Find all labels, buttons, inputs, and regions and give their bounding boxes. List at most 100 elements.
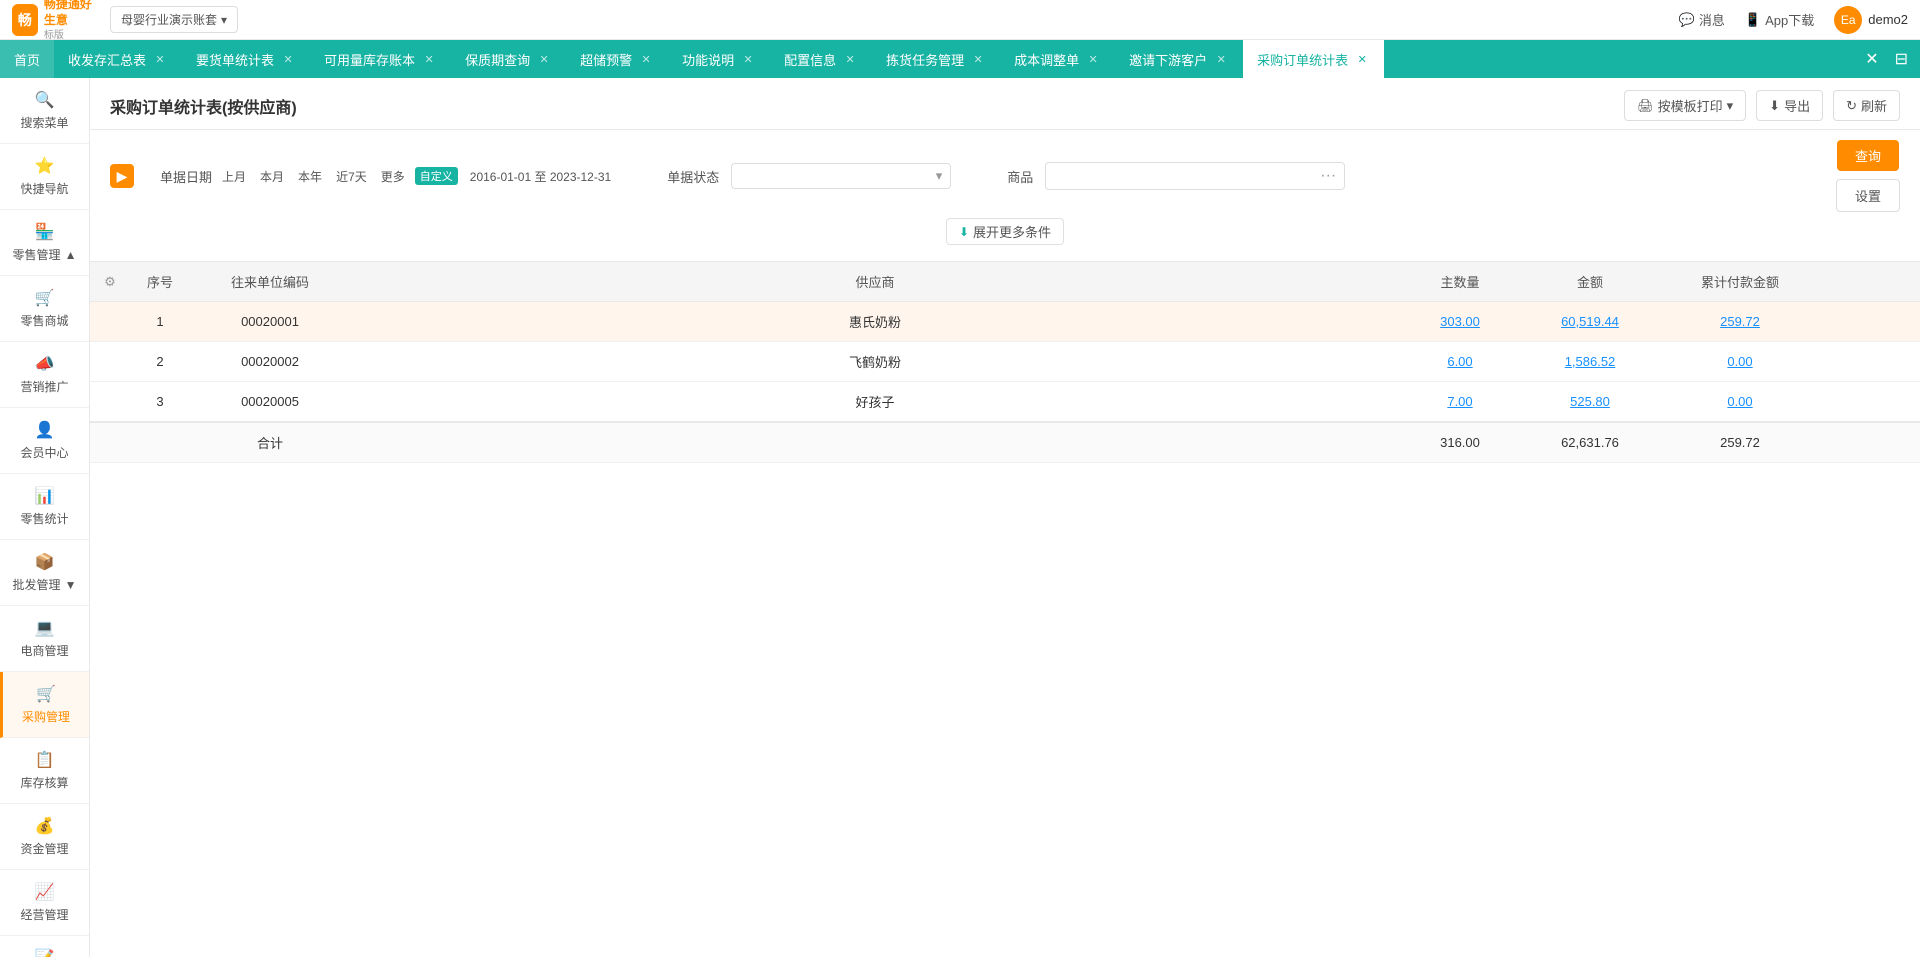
table-footer-row: 合计 316.00 62,631.76 259.72 — [90, 422, 1920, 463]
row3-amount[interactable]: 525.80 — [1520, 382, 1660, 423]
row2-qty[interactable]: 6.00 — [1400, 342, 1520, 382]
sidebar-item-capital[interactable]: 💰 资金管理 — [0, 804, 89, 870]
status-select-arrow: ▾ — [936, 168, 943, 184]
tab-inventory[interactable]: 可用量库存账本 ✕ — [310, 40, 451, 78]
inventory-icon: 📋 — [35, 750, 55, 770]
close-tab-cost[interactable]: ✕ — [1085, 51, 1101, 67]
close-tab-expiry[interactable]: ✕ — [536, 51, 552, 67]
refresh-button[interactable]: ↻ 刷新 — [1833, 90, 1900, 121]
row2-paid[interactable]: 0.00 — [1660, 342, 1820, 382]
sidebar-item-purchase[interactable]: 🛒 采购管理 — [0, 672, 89, 738]
chevron-down-icon: ▲ — [65, 248, 77, 262]
marketing-icon: 📣 — [35, 354, 55, 374]
filter-row-1: ▶ 单据日期 上月 本月 本年 近7天 更多 自定义 2016-01-01 至 … — [110, 140, 1900, 212]
print-button[interactable]: 🖨 按模板打印 ▾ — [1624, 90, 1746, 121]
sidebar-item-ecommerce[interactable]: 💻 电商管理 — [0, 606, 89, 672]
row3-qty[interactable]: 7.00 — [1400, 382, 1520, 423]
nav-tabs: 首页 收发存汇总表 ✕ 要货单统计表 ✕ 可用量库存账本 ✕ 保质期查询 ✕ 超… — [0, 40, 1920, 78]
basic-icon: 📝 — [35, 948, 55, 957]
user-area[interactable]: Ea demo2 — [1834, 6, 1908, 34]
row3-paid[interactable]: 0.00 — [1660, 382, 1820, 423]
sidebar-item-retail[interactable]: 🏪 零售管理 ▲ — [0, 210, 89, 276]
sidebar-item-wholesale[interactable]: 📦 批发管理 ▼ — [0, 540, 89, 606]
sidebar-item-retail-stat[interactable]: 📊 零售统计 — [0, 474, 89, 540]
tab-overstock[interactable]: 超储预警 ✕ — [566, 40, 668, 78]
setting-button[interactable]: 设置 — [1836, 179, 1900, 212]
header-actions: 🖨 按模板打印 ▾ ⬇ 导出 ↻ 刷新 — [1624, 90, 1900, 121]
app-download-btn[interactable]: 📱 App下载 — [1745, 10, 1814, 29]
sidebar-item-operation[interactable]: 📈 经营管理 — [0, 870, 89, 936]
sidebar-item-retail-shop[interactable]: 🛒 零售商城 — [0, 276, 89, 342]
footer-amount: 62,631.76 — [1520, 422, 1660, 463]
toggle-filter-btn[interactable]: ▶ — [110, 164, 134, 188]
row1-paid[interactable]: 259.72 — [1660, 302, 1820, 342]
stat-icon: 📊 — [35, 486, 55, 506]
row3-supplier: 好孩子 — [350, 382, 1400, 423]
store-icon: 🏪 — [35, 222, 55, 242]
logo-icon: 畅 — [12, 4, 38, 36]
sidebar-item-inventory-check[interactable]: 📋 库存核算 — [0, 738, 89, 804]
sidebar-item-marketing[interactable]: 📣 营销推广 — [0, 342, 89, 408]
close-all-tabs-btn[interactable]: ✕ — [1861, 47, 1882, 71]
tab-expiry[interactable]: 保质期查询 ✕ — [451, 40, 566, 78]
goods-more-btn[interactable]: ··· — [1320, 167, 1336, 185]
shortcut-this-month[interactable]: 本月 — [256, 166, 288, 187]
status-select[interactable]: ▾ — [731, 163, 951, 189]
col-extra — [1820, 262, 1920, 302]
date-filter: 单据日期 上月 本月 本年 近7天 更多 自定义 2016-01-01 至 20… — [160, 166, 611, 187]
logo-area: 畅 畅捷通好生意 标版 — [12, 0, 102, 42]
close-tab-purchase-stat[interactable]: ✕ — [1354, 51, 1370, 67]
page-header: 采购订单统计表(按供应商) 🖨 按模板打印 ▾ ⬇ 导出 ↻ 刷新 — [90, 78, 1920, 130]
goods-input-wrapper[interactable]: ··· — [1045, 162, 1345, 190]
tab-invite[interactable]: 邀请下游客户 ✕ — [1115, 40, 1243, 78]
tab-goods-stat[interactable]: 要货单统计表 ✕ — [182, 40, 310, 78]
shortcut-this-year[interactable]: 本年 — [294, 166, 326, 187]
row1-amount[interactable]: 60,519.44 — [1520, 302, 1660, 342]
settings-icon[interactable]: ⚙ — [104, 274, 116, 289]
row2-unit-code: 00020002 — [190, 342, 350, 382]
row1-qty[interactable]: 303.00 — [1400, 302, 1520, 342]
content-area: 采购订单统计表(按供应商) 🖨 按模板打印 ▾ ⬇ 导出 ↻ 刷新 — [90, 78, 1920, 957]
sidebar-item-member[interactable]: 👤 会员中心 — [0, 408, 89, 474]
sidebar-item-basic[interactable]: 📝 基础信息 — [0, 936, 89, 957]
close-tab-goods-stat[interactable]: ✕ — [280, 51, 296, 67]
top-right: 💬 消息 📱 App下载 Ea demo2 — [1679, 6, 1908, 34]
minimize-btn[interactable]: ⊟ — [1891, 47, 1912, 71]
tab-config[interactable]: 配置信息 ✕ — [770, 40, 872, 78]
query-button[interactable]: 查询 — [1837, 140, 1899, 171]
col-qty: 主数量 — [1400, 262, 1520, 302]
close-tab-inventory[interactable]: ✕ — [421, 51, 437, 67]
row1-settings — [90, 302, 130, 342]
footer-settings — [90, 422, 130, 463]
tab-purchase-stat[interactable]: 采购订单统计表 ✕ — [1243, 40, 1384, 78]
row1-no: 1 — [130, 302, 190, 342]
close-tab-pickup[interactable]: ✕ — [970, 51, 986, 67]
date-range-display: 2016-01-01 至 2023-12-31 — [470, 168, 611, 185]
shortcut-prev-month[interactable]: 上月 — [218, 166, 250, 187]
col-settings[interactable]: ⚙ — [90, 262, 130, 302]
row2-amount[interactable]: 1,586.52 — [1520, 342, 1660, 382]
close-tab-overstock[interactable]: ✕ — [638, 51, 654, 67]
close-tab-invite[interactable]: ✕ — [1213, 51, 1229, 67]
expand-more-btn[interactable]: ⬇ 展开更多条件 — [946, 218, 1064, 245]
shortcut-7days[interactable]: 近7天 — [332, 166, 371, 187]
tab-home[interactable]: 首页 — [0, 40, 54, 78]
close-tab-receive[interactable]: ✕ — [152, 51, 168, 67]
workspace-selector[interactable]: 母婴行业演示账套 ▾ — [110, 6, 238, 33]
close-tab-config[interactable]: ✕ — [842, 51, 858, 67]
tab-receive[interactable]: 收发存汇总表 ✕ — [54, 40, 182, 78]
message-btn[interactable]: 💬 消息 — [1679, 10, 1725, 29]
custom-date-tag[interactable]: 自定义 — [415, 167, 458, 185]
sidebar-item-search[interactable]: 🔍 搜索菜单 — [0, 78, 89, 144]
avatar: Ea — [1834, 6, 1862, 34]
tab-cost[interactable]: 成本调整单 ✕ — [1000, 40, 1115, 78]
chevron-down-icon2: ▼ — [65, 578, 77, 592]
row2-no: 2 — [130, 342, 190, 382]
export-button[interactable]: ⬇ 导出 — [1756, 90, 1823, 121]
operation-icon: 📈 — [35, 882, 55, 902]
sidebar-item-quick-nav[interactable]: ⭐ 快捷导航 — [0, 144, 89, 210]
shortcut-more[interactable]: 更多 — [377, 166, 409, 187]
tab-function[interactable]: 功能说明 ✕ — [668, 40, 770, 78]
tab-pickup[interactable]: 拣货任务管理 ✕ — [872, 40, 1000, 78]
close-tab-function[interactable]: ✕ — [740, 51, 756, 67]
